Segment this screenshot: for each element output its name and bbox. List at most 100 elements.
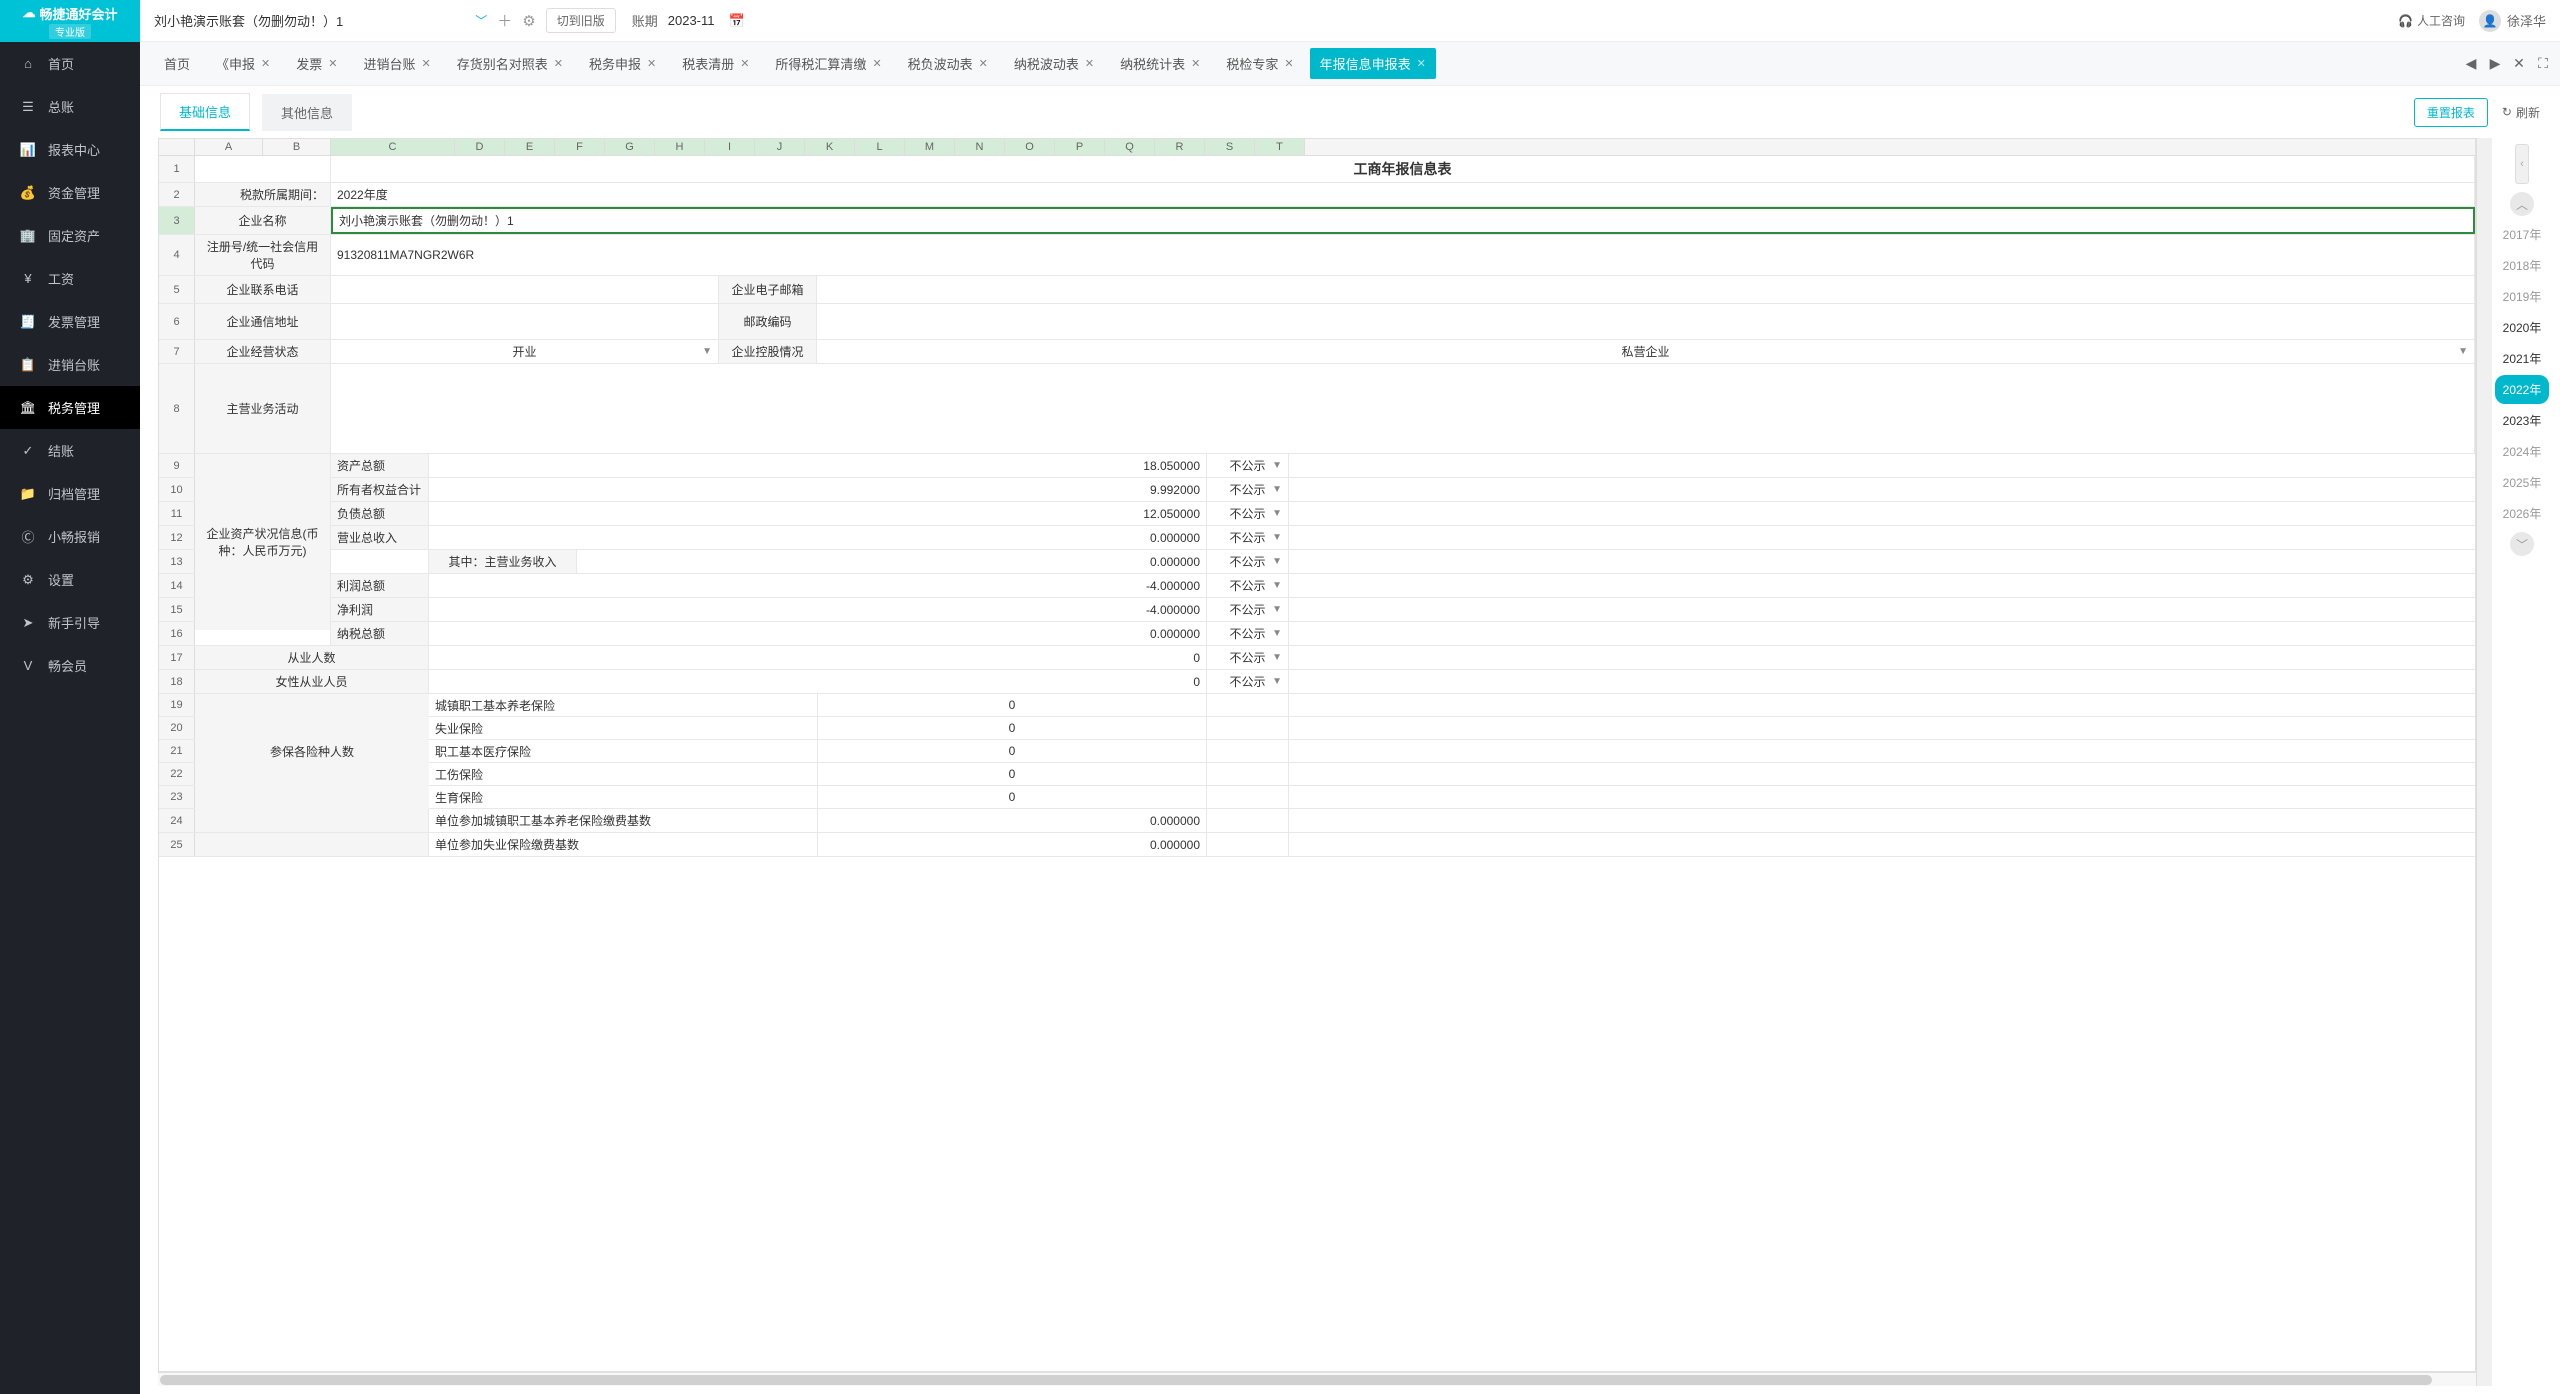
close-icon[interactable]: ✕ <box>328 57 337 70</box>
year-2020年[interactable]: 2020年 <box>2495 313 2550 342</box>
close-icon[interactable]: ✕ <box>740 57 749 70</box>
row-number[interactable]: 19 <box>159 694 195 716</box>
finance-value[interactable]: 0.000000 <box>577 550 1207 573</box>
tab-纳税统计表[interactable]: 纳税统计表✕ <box>1110 48 1210 79</box>
nav-item-ledger[interactable]: ☰总账 <box>0 85 140 128</box>
col-header-H[interactable]: H <box>655 139 705 155</box>
finance-value[interactable]: 18.050000 <box>429 454 1207 477</box>
insurance-value[interactable]: 0 <box>818 717 1207 739</box>
col-header-L[interactable]: L <box>855 139 905 155</box>
publish-dropdown[interactable]: 不公示▼ <box>1207 526 1289 549</box>
insurance-value[interactable]: 0 <box>818 694 1207 716</box>
tab-存货别名对照表[interactable]: 存货别名对照表✕ <box>447 48 573 79</box>
year-down-button[interactable]: ﹀ <box>2510 532 2534 556</box>
row-number[interactable]: 6 <box>159 304 195 339</box>
email-cell[interactable] <box>817 276 2475 303</box>
row-number[interactable]: 10 <box>159 478 195 501</box>
publish-dropdown[interactable]: 不公示▼ <box>1207 598 1289 621</box>
publish-dropdown[interactable]: 不公示▼ <box>1207 574 1289 597</box>
col-header-R[interactable]: R <box>1155 139 1205 155</box>
tab-close-all-button[interactable]: ✕ <box>2508 53 2530 75</box>
row-number[interactable]: 8 <box>159 364 195 453</box>
row-number[interactable]: 1 <box>159 156 195 182</box>
row-number[interactable]: 11 <box>159 502 195 525</box>
insurance-value[interactable]: 0 <box>818 740 1207 762</box>
base-value[interactable]: 0.000000 <box>818 833 1207 856</box>
col-header-S[interactable]: S <box>1205 139 1255 155</box>
publish-dropdown[interactable]: 不公示▼ <box>1207 622 1289 645</box>
finance-value[interactable]: 0.000000 <box>429 526 1207 549</box>
tab-纳税波动表[interactable]: 纳税波动表✕ <box>1004 48 1104 79</box>
col-header-C[interactable]: C <box>331 139 455 155</box>
publish-dropdown[interactable]: 不公示▼ <box>1207 670 1289 693</box>
rail-collapse-button[interactable]: ‹ <box>2515 144 2529 184</box>
row-number[interactable]: 20 <box>159 717 195 739</box>
old-version-button[interactable]: 切到旧版 <box>546 8 616 33</box>
vertical-scrollbar[interactable] <box>2476 138 2492 1386</box>
year-2021年[interactable]: 2021年 <box>2495 344 2550 373</box>
year-2022年[interactable]: 2022年 <box>2495 375 2550 404</box>
subtab-basic[interactable]: 基础信息 <box>160 93 250 131</box>
reset-report-button[interactable]: 重置报表 <box>2414 98 2488 127</box>
close-icon[interactable]: ✕ <box>261 57 270 70</box>
row-number[interactable]: 2 <box>159 183 195 206</box>
row-number[interactable]: 24 <box>159 809 195 832</box>
publish-dropdown[interactable]: 不公示▼ <box>1207 646 1289 669</box>
nav-item-tax[interactable]: 🏛税务管理 <box>0 386 140 429</box>
col-header-T[interactable]: T <box>1255 139 1305 155</box>
mainbiz-cell[interactable] <box>331 364 2475 453</box>
publish-dropdown[interactable]: 不公示▼ <box>1207 454 1289 477</box>
finance-value[interactable]: -4.000000 <box>429 598 1207 621</box>
plus-icon[interactable]: ＋ <box>497 10 512 31</box>
nav-item-report[interactable]: 📊报表中心 <box>0 128 140 171</box>
nav-item-xc[interactable]: Ⓒ小畅报销 <box>0 515 140 558</box>
close-icon[interactable]: ✕ <box>979 57 988 70</box>
period-value[interactable]: 2023-11 <box>668 13 715 28</box>
finance-value[interactable]: 9.992000 <box>429 478 1207 501</box>
tab-所得税汇算清缴[interactable]: 所得税汇算清缴✕ <box>765 48 891 79</box>
publish-dropdown[interactable]: 不公示▼ <box>1207 478 1289 501</box>
publish-dropdown[interactable]: 不公示▼ <box>1207 502 1289 525</box>
emp-value[interactable]: 0 <box>429 646 1207 669</box>
close-icon[interactable]: ✕ <box>422 57 431 70</box>
subtab-other[interactable]: 其他信息 <box>262 94 352 131</box>
gear-icon[interactable]: ⚙ <box>522 12 535 30</box>
phone-cell[interactable] <box>331 276 719 303</box>
account-selector[interactable]: 刘小艳演示账套（勿删勿动！）1 ﹀ <box>154 11 487 30</box>
col-header-K[interactable]: K <box>805 139 855 155</box>
fullscreen-icon[interactable]: ⛶ <box>2532 53 2554 75</box>
row-number[interactable]: 17 <box>159 646 195 669</box>
close-icon[interactable]: ✕ <box>554 57 563 70</box>
close-icon[interactable]: ✕ <box>647 57 656 70</box>
zip-cell[interactable] <box>817 304 2475 339</box>
col-header-D[interactable]: D <box>455 139 505 155</box>
row-number[interactable]: 23 <box>159 786 195 808</box>
tab-next-button[interactable]: ▶ <box>2484 53 2506 75</box>
col-header-M[interactable]: M <box>905 139 955 155</box>
row-number[interactable]: 18 <box>159 670 195 693</box>
row-number[interactable]: 22 <box>159 763 195 785</box>
select-all-corner[interactable] <box>159 139 195 155</box>
publish-dropdown[interactable]: 不公示▼ <box>1207 550 1289 573</box>
col-header-I[interactable]: I <box>705 139 755 155</box>
row-number[interactable]: 9 <box>159 454 195 477</box>
insurance-value[interactable]: 0 <box>818 786 1207 808</box>
row-number[interactable]: 3 <box>159 207 195 234</box>
tab-年报信息申报表[interactable]: 年报信息申报表✕ <box>1310 48 1436 79</box>
tab-prev-button[interactable]: ◀ <box>2460 53 2482 75</box>
spreadsheet[interactable]: ABCDEFGHIJKLMNOPQRST 1工商年报信息表2税款所属期间：202… <box>158 138 2476 1372</box>
nav-item-psi[interactable]: 📋进销台账 <box>0 343 140 386</box>
tab-税检专家[interactable]: 税检专家✕ <box>1216 48 1303 79</box>
nav-item-home[interactable]: ⌂首页 <box>0 42 140 85</box>
row-number[interactable]: 21 <box>159 740 195 762</box>
col-header-Q[interactable]: Q <box>1105 139 1155 155</box>
tab-税务申报[interactable]: 税务申报✕ <box>579 48 666 79</box>
tab-进销台账[interactable]: 进销台账✕ <box>353 48 440 79</box>
close-icon[interactable]: ✕ <box>1191 57 1200 70</box>
col-header-B[interactable]: B <box>263 139 331 155</box>
female-value[interactable]: 0 <box>429 670 1207 693</box>
status-dropdown[interactable]: 开业▼ <box>331 340 719 363</box>
close-icon[interactable]: ✕ <box>1284 57 1293 70</box>
col-header-O[interactable]: O <box>1005 139 1055 155</box>
base-value[interactable]: 0.000000 <box>818 809 1207 832</box>
